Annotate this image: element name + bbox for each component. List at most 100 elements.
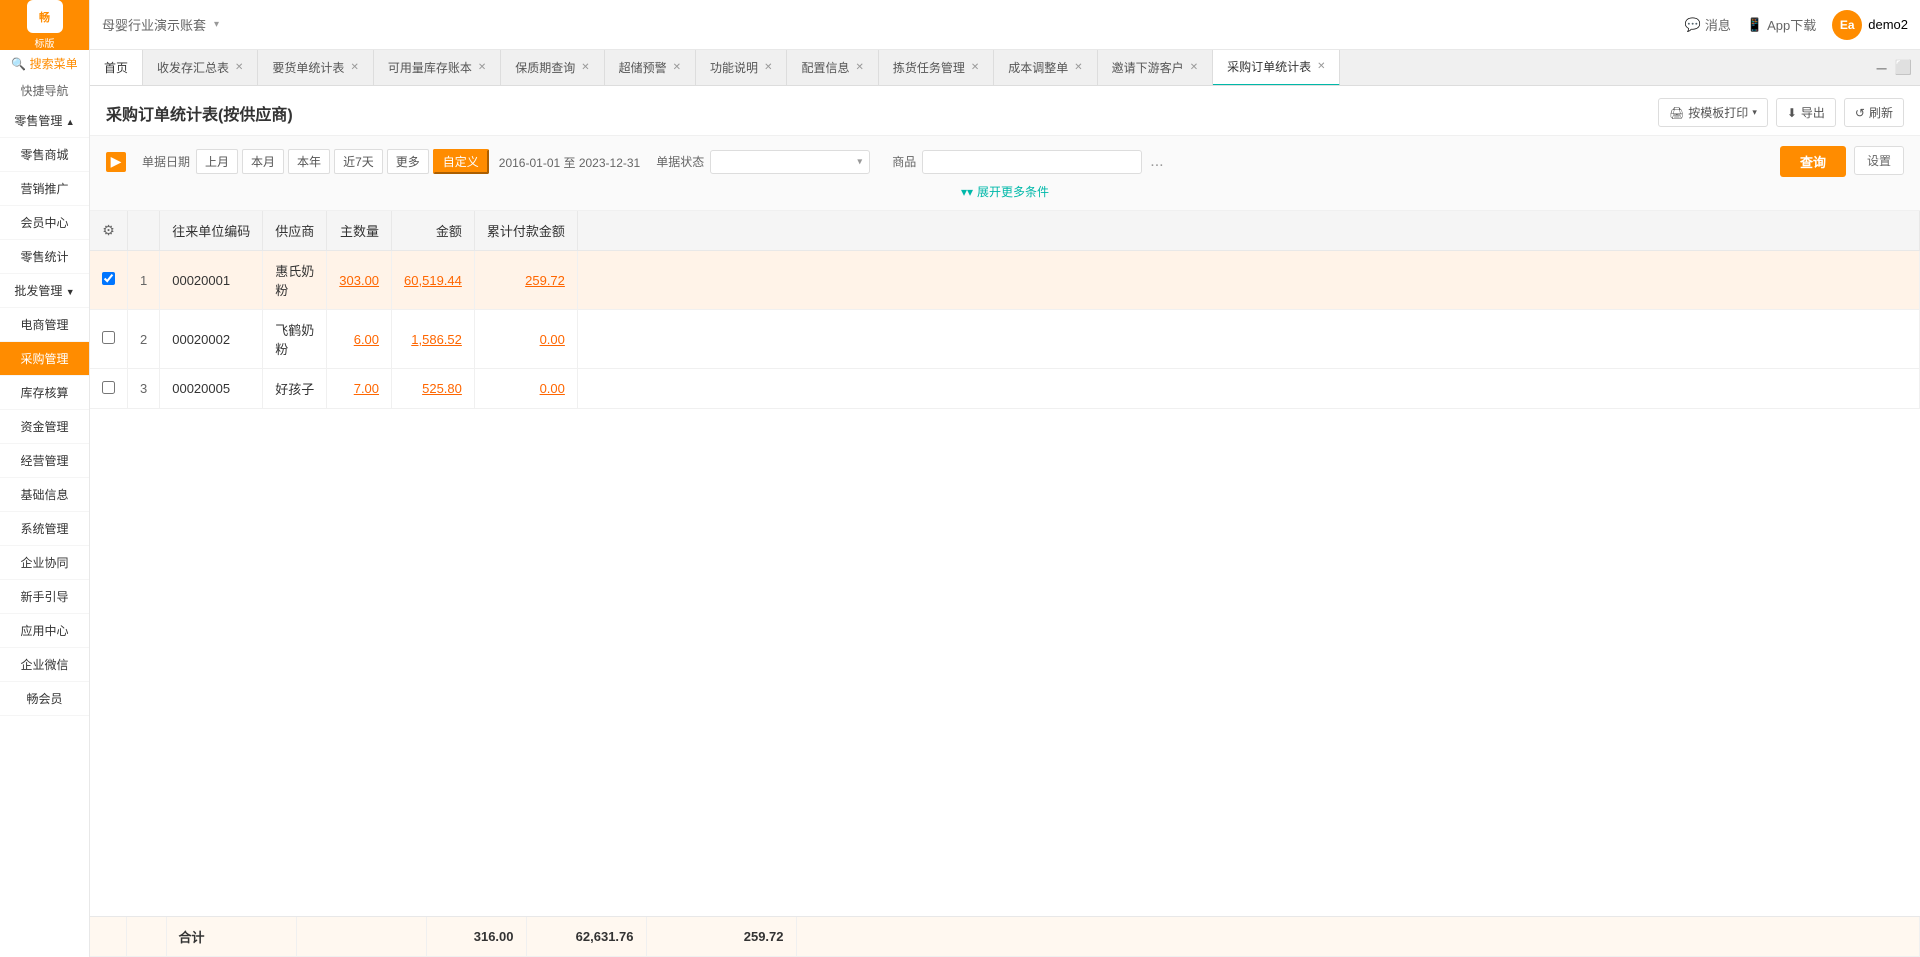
sidebar-item-appstore[interactable]: 应用中心 — [0, 614, 89, 648]
sidebar-item-guide[interactable]: 新手引导 — [0, 580, 89, 614]
tab-close-yphjtj[interactable]: ✕ — [350, 62, 358, 73]
td-extra-3 — [577, 369, 1919, 409]
sidebar-item-retail[interactable]: 零售管理 ▲ — [0, 104, 89, 138]
sidebar-item-inventory[interactable]: 库存核算 — [0, 376, 89, 410]
tab-cbtz[interactable]: 成本调整单 ✕ — [994, 50, 1097, 86]
date-btn-this-year[interactable]: 本年 — [288, 149, 330, 174]
tab-maximize-icon[interactable]: ⬜ — [1895, 59, 1912, 76]
workspace-chevron-icon: ▾ — [214, 19, 219, 30]
row-checkbox-1[interactable] — [102, 272, 115, 285]
sidebar-item-wholesale[interactable]: 批发管理 ▼ — [0, 274, 89, 308]
footer-paid: 259.72 — [646, 917, 796, 957]
footer-table: 合计 316.00 62,631.76 259.72 — [90, 917, 1920, 957]
sidebar-item-member[interactable]: 会员中心 — [0, 206, 89, 240]
tab-home[interactable]: 首页 — [90, 50, 143, 86]
tab-close-bxqcx[interactable]: ✕ — [581, 62, 589, 73]
sidebar-item-basic[interactable]: 基础信息 — [0, 478, 89, 512]
status-select[interactable] — [710, 150, 870, 174]
date-btn-last-month[interactable]: 上月 — [196, 149, 238, 174]
table-row[interactable]: 3 00020005 好孩子 7.00 525.80 0.00 — [90, 369, 1920, 409]
tab-bxqcx[interactable]: 保质期查询 ✕ — [501, 50, 604, 86]
tab-cgddtj[interactable]: 采购订单统计表 ✕ — [1213, 50, 1340, 86]
sidebar-item-system[interactable]: 系统管理 — [0, 512, 89, 546]
filter-row-1: ▶ 单据日期 上月 本月 本年 近7天 更多 自定义 2016-01-01 至 … — [106, 146, 1904, 177]
sidebar-item-vip[interactable]: 畅会员 — [0, 682, 89, 716]
td-amount-3[interactable]: 525.80 — [392, 369, 475, 409]
status-select-wrapper — [710, 150, 870, 174]
date-btn-this-month[interactable]: 本月 — [242, 149, 284, 174]
sidebar-item-search[interactable]: 🔍 搜索菜单 — [0, 50, 89, 77]
td-amount-2[interactable]: 1,586.52 — [392, 310, 475, 369]
tab-close-ccyj[interactable]: ✕ — [673, 62, 681, 73]
sidebar-item-enterprise[interactable]: 企业协同 — [0, 546, 89, 580]
tab-close-cbtz[interactable]: ✕ — [1074, 62, 1082, 73]
page-header: 采购订单统计表(按供应商) 🖨 按模板打印 ▾ ⬇ 导出 ↺ 刷新 — [90, 86, 1920, 136]
tab-close-yqxygk[interactable]: ✕ — [1190, 62, 1198, 73]
row-checkbox-3[interactable] — [102, 381, 115, 394]
date-btn-7days[interactable]: 近7天 — [334, 149, 383, 174]
sidebar-item-retail-shop[interactable]: 零售商城 — [0, 138, 89, 172]
expand-more-conditions[interactable]: ▾▾ 展开更多条件 — [106, 183, 1904, 200]
tab-yphjtj[interactable]: 要货单统计表 ✕ — [258, 50, 373, 86]
td-amount-1[interactable]: 60,519.44 — [392, 251, 475, 310]
query-button[interactable]: 查询 — [1780, 146, 1846, 177]
message-button[interactable]: 💬 消息 — [1685, 15, 1731, 34]
tab-close-kylkcz[interactable]: ✕ — [478, 62, 486, 73]
tab-yqxygk[interactable]: 邀请下游客户 ✕ — [1098, 50, 1213, 86]
sidebar-item-purchase[interactable]: 采购管理 — [0, 342, 89, 376]
goods-more-icon[interactable]: ... — [1150, 153, 1163, 171]
row-checkbox-2[interactable] — [102, 331, 115, 344]
sidebar-item-ecommerce[interactable]: 电商管理 — [0, 308, 89, 342]
sidebar-item-marketing[interactable]: 营销推广 — [0, 172, 89, 206]
td-checkbox-1[interactable] — [90, 251, 128, 310]
tab-kylkcz[interactable]: 可用量库存账本 ✕ — [374, 50, 501, 86]
tab-sfhz[interactable]: 收发存汇总表 ✕ — [143, 50, 258, 86]
tab-close-gnms[interactable]: ✕ — [764, 62, 772, 73]
th-seq — [128, 211, 160, 251]
th-qty: 主数量 — [327, 211, 392, 251]
footer-td-extra — [796, 917, 1920, 957]
avatar: Ea — [1832, 10, 1862, 40]
td-paid-2[interactable]: 0.00 — [474, 310, 577, 369]
table-row[interactable]: 2 00020002 飞鹤奶粉 6.00 1,586.52 0.00 — [90, 310, 1920, 369]
date-btn-custom[interactable]: 自定义 — [433, 149, 489, 174]
td-qty-2[interactable]: 6.00 — [327, 310, 392, 369]
sidebar-item-finance[interactable]: 资金管理 — [0, 410, 89, 444]
expand-filter-button[interactable]: ▶ — [106, 152, 126, 172]
tab-close-sfhz[interactable]: ✕ — [235, 62, 243, 73]
tab-close-cgddtj[interactable]: ✕ — [1317, 61, 1325, 72]
print-chevron-icon: ▾ — [1752, 107, 1757, 118]
td-paid-3[interactable]: 0.00 — [474, 369, 577, 409]
td-qty-1[interactable]: 303.00 — [327, 251, 392, 310]
th-supplier: 供应商 — [263, 211, 327, 251]
td-checkbox-3[interactable] — [90, 369, 128, 409]
td-checkbox-2[interactable] — [90, 310, 128, 369]
date-btn-more[interactable]: 更多 — [387, 149, 429, 174]
settings-button[interactable]: 设置 — [1854, 146, 1904, 175]
tab-pzxx[interactable]: 配置信息 ✕ — [787, 50, 878, 86]
export-button[interactable]: ⬇ 导出 — [1776, 98, 1836, 127]
tab-gnms[interactable]: 功能说明 ✕ — [696, 50, 787, 86]
sidebar-item-retail-stat[interactable]: 零售统计 — [0, 240, 89, 274]
table-row[interactable]: 1 00020001 惠氏奶粉 303.00 60,519.44 259.72 — [90, 251, 1920, 310]
sidebar-item-operation[interactable]: 经营管理 — [0, 444, 89, 478]
tab-phrkgl[interactable]: 拣货任务管理 ✕ — [879, 50, 994, 86]
user-menu[interactable]: Ea demo2 — [1832, 10, 1908, 40]
topbar-workspace[interactable]: 母婴行业演示账套 ▾ — [102, 15, 219, 34]
td-paid-1[interactable]: 259.72 — [474, 251, 577, 310]
goods-filter: 商品 ... — [892, 150, 1163, 174]
tab-close-phrkgl[interactable]: ✕ — [971, 62, 979, 73]
tab-close-pzxx[interactable]: ✕ — [855, 62, 863, 73]
column-settings-icon[interactable]: ⚙ — [102, 222, 115, 238]
tab-ccyj[interactable]: 超储预警 ✕ — [605, 50, 696, 86]
td-qty-3[interactable]: 7.00 — [327, 369, 392, 409]
sidebar-item-wechat[interactable]: 企业微信 — [0, 648, 89, 682]
sidebar-item-quick[interactable]: 快捷导航 — [0, 77, 89, 104]
td-supplier-1: 惠氏奶粉 — [263, 251, 327, 310]
goods-input[interactable] — [922, 150, 1142, 174]
table-header-row: ⚙ 往来单位编码 供应商 主数量 金额 累计付款金额 — [90, 211, 1920, 251]
print-button[interactable]: 🖨 按模板打印 ▾ — [1658, 98, 1768, 127]
refresh-button[interactable]: ↺ 刷新 — [1844, 98, 1904, 127]
tab-minimize-icon[interactable]: ─ — [1877, 60, 1887, 76]
app-download-button[interactable]: 📱 App下载 — [1747, 15, 1816, 34]
